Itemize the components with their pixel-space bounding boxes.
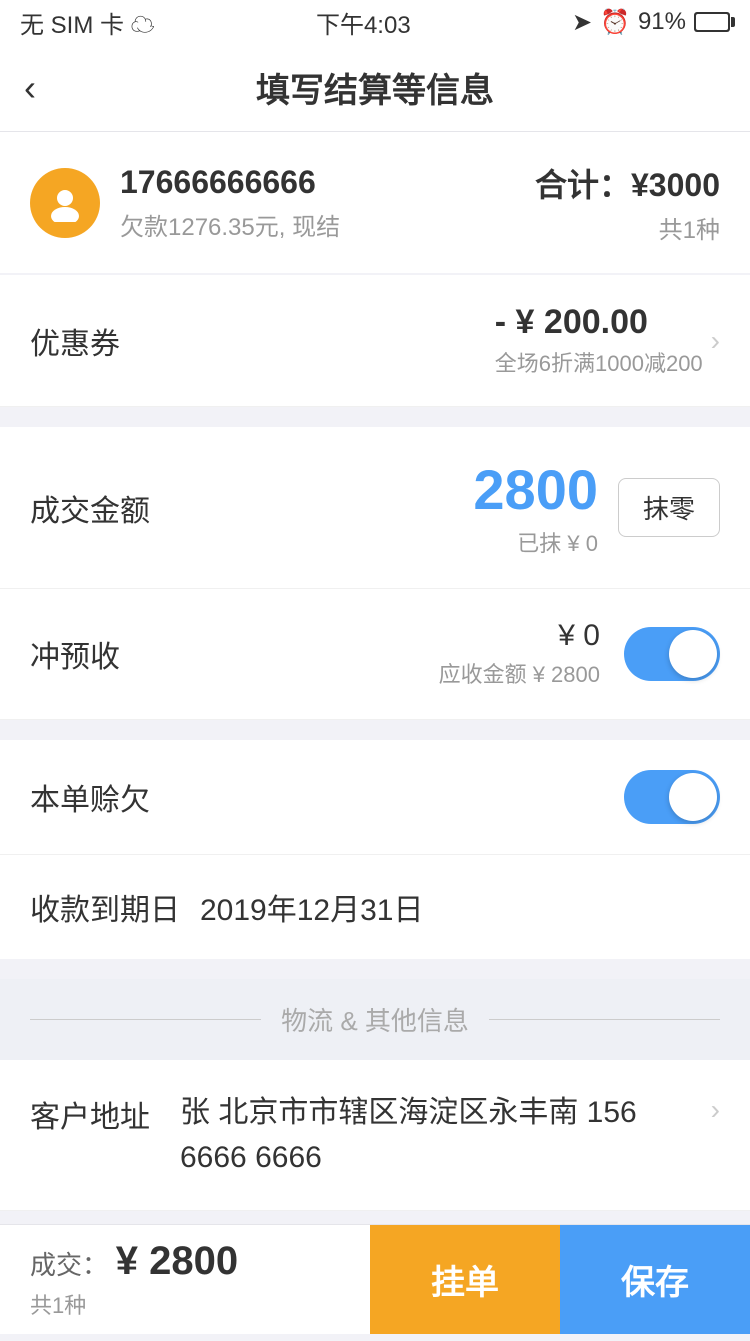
- prepay-row: 冲预收 ¥ 0 应收金额 ¥ 2800: [0, 589, 750, 720]
- due-date-row: 收款到期日 2019年12月31日: [0, 855, 750, 959]
- bottom-bar: 成交： ¥ 2800 共1种 挂单 保存: [0, 1224, 750, 1334]
- logistics-label: 物流 & 其他信息: [281, 1001, 469, 1038]
- deal-amount-value: 2800: [473, 457, 598, 522]
- address-chevron-icon: ›: [711, 1094, 720, 1126]
- prepay-sub: 应收金额 ¥ 2800: [439, 657, 600, 689]
- deal-section: 成交金额 2800 已抹 ¥ 0 抹零 冲预收 ¥ 0 应收金额 ¥ 2800: [0, 427, 750, 720]
- customer-card: 17666666666 欠款1276.35元, 现结 合计：¥3000 共1种: [0, 132, 750, 273]
- deal-amount-label: 成交金额: [30, 486, 150, 530]
- coupon-label: 优惠券: [30, 319, 120, 363]
- save-button[interactable]: 保存: [560, 1225, 750, 1334]
- coupon-row[interactable]: 优惠券 - ¥ 200.00 全场6折满1000减200 ›: [0, 275, 750, 407]
- address-value: 张 北京市市辖区海淀区永丰南 156 6666 6666: [180, 1090, 701, 1180]
- prepay-label: 冲预收: [30, 632, 120, 676]
- debt-toggle[interactable]: [624, 770, 720, 824]
- coupon-amount: - ¥ 200.00: [495, 303, 703, 342]
- address-label: 客户地址: [30, 1092, 150, 1136]
- status-bar: 无 SIM 卡 ☁ 下午4:03 ➤ ⏰ 91%: [0, 0, 750, 44]
- nav-bar: ‹ 填写结算等信息: [0, 44, 750, 132]
- item-count: 共1种: [535, 210, 720, 245]
- debt-row: 本单赊欠: [0, 740, 750, 855]
- prepay-amount: ¥ 0: [439, 619, 600, 653]
- avatar: [30, 168, 100, 238]
- bottom-count: 共1种: [30, 1288, 340, 1320]
- bottom-summary: 成交： ¥ 2800 共1种: [0, 1225, 370, 1334]
- back-button[interactable]: ‹: [24, 67, 36, 109]
- status-left: 无 SIM 卡 ☁: [20, 5, 155, 40]
- divider-3: [0, 959, 750, 979]
- customer-debt: 欠款1276.35元, 现结: [120, 207, 340, 242]
- prepay-toggle[interactable]: [624, 627, 720, 681]
- customer-phone: 17666666666: [120, 164, 340, 201]
- logistics-separator: 物流 & 其他信息: [0, 979, 750, 1060]
- total-amount: 合计：¥3000: [535, 160, 720, 206]
- deal-amount-row: 成交金额 2800 已抹 ¥ 0 抹零: [0, 427, 750, 589]
- no-sim-text: 无 SIM 卡 ☁: [20, 5, 155, 40]
- due-date-value: 2019年12月31日: [200, 885, 423, 929]
- status-right: ➤ ⏰ 91%: [572, 8, 730, 37]
- battery-icon: [694, 12, 730, 32]
- deal-amount-sub: 已抹 ¥ 0: [473, 526, 598, 558]
- coupon-chevron-icon: ›: [711, 325, 720, 357]
- battery-text: 91%: [638, 8, 686, 36]
- address-row[interactable]: 客户地址 张 北京市市辖区海淀区永丰南 156 6666 6666 ›: [0, 1060, 750, 1211]
- debt-section: 本单赊欠 收款到期日 2019年12月31日: [0, 740, 750, 959]
- due-date-label: 收款到期日: [30, 885, 180, 929]
- alarm-icon: ⏰: [600, 8, 630, 37]
- page-title: 填写结算等信息: [256, 63, 494, 112]
- divider-2: [0, 720, 750, 740]
- round-button[interactable]: 抹零: [618, 478, 720, 537]
- status-time: 下午4:03: [316, 5, 411, 40]
- divider-1: [0, 407, 750, 427]
- bottom-deal-label: 成交：: [30, 1250, 108, 1280]
- customer-total: 合计：¥3000 共1种: [535, 160, 720, 245]
- coupon-desc: 全场6折满1000减200: [495, 346, 703, 378]
- debt-label: 本单赊欠: [30, 775, 150, 819]
- location-icon: ➤: [572, 8, 592, 37]
- bottom-deal-amount: ¥ 2800: [116, 1239, 238, 1283]
- hang-button[interactable]: 挂单: [370, 1225, 560, 1334]
